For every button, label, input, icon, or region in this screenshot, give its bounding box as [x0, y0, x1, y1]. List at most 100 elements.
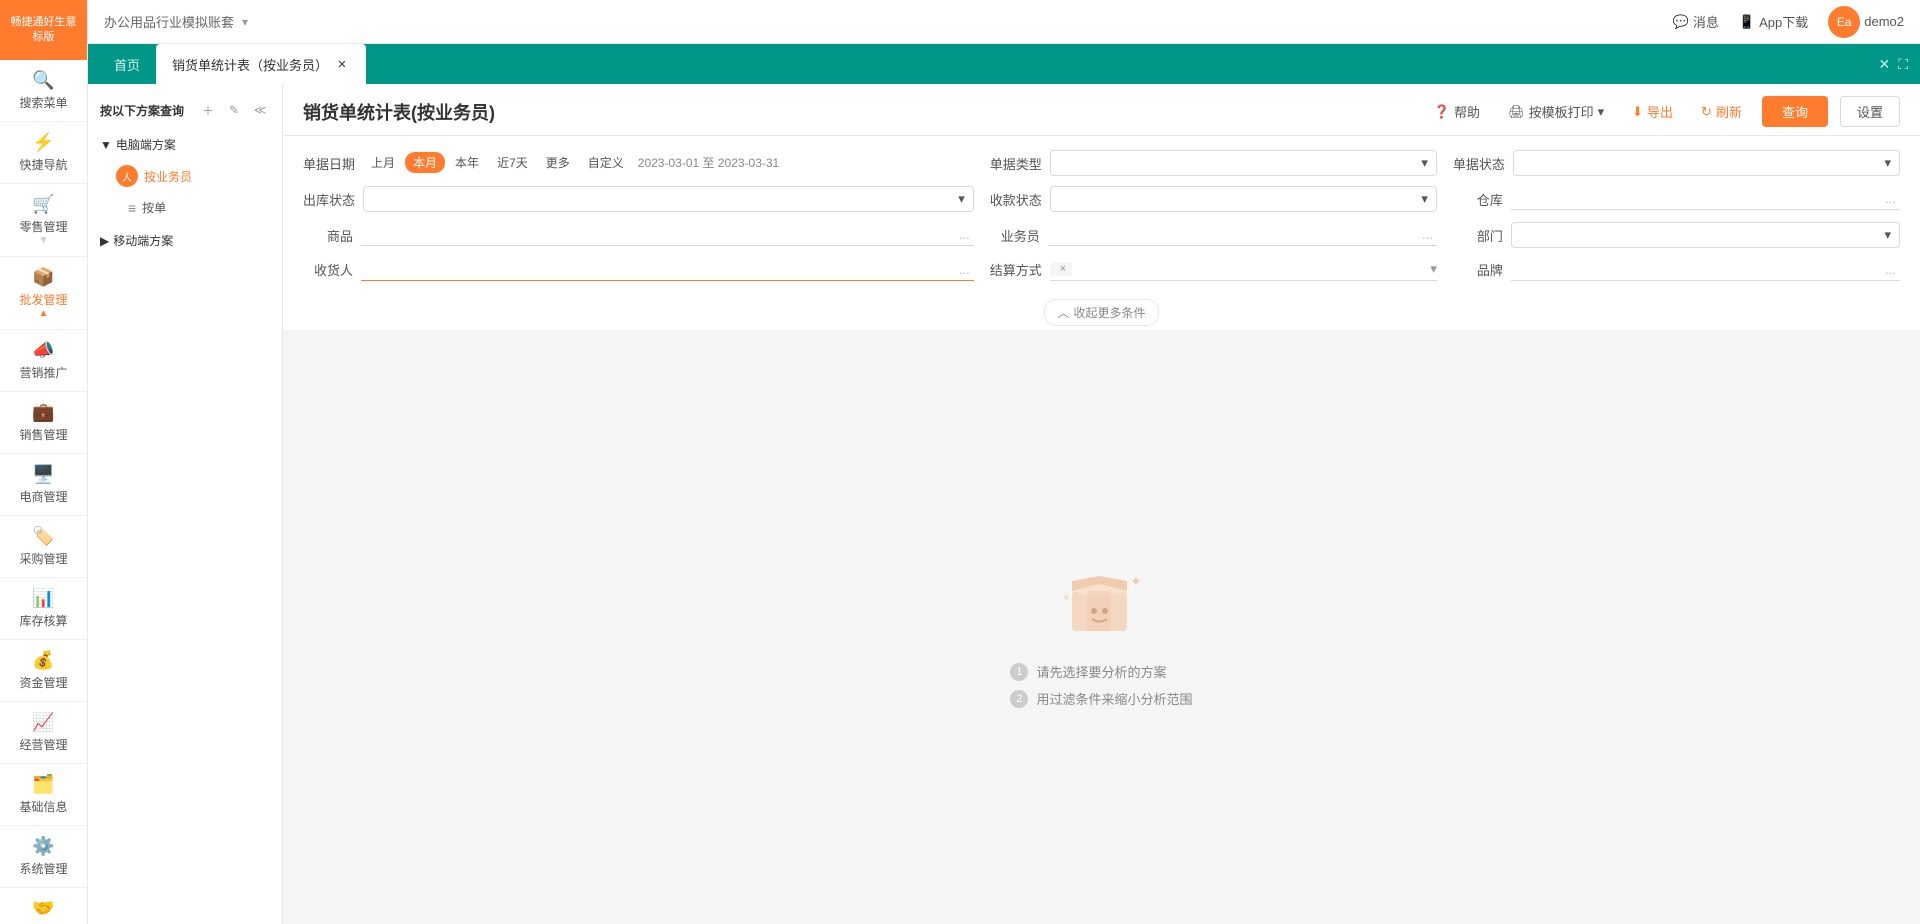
sidebar-item-purchase-mgmt[interactable]: 🏷️ 采购管理 [0, 516, 87, 578]
sidebar-item-quick-nav[interactable]: ⚡ 快捷导航 [0, 122, 87, 184]
tip-text-2: 用过滤条件来缩小分析范围 [1036, 689, 1192, 708]
payment-arrow-icon: ▾ [1430, 261, 1437, 277]
receiver-input[interactable] [361, 262, 955, 277]
receipt-status-select[interactable]: ▾ [1050, 186, 1437, 212]
sidebar-item-search-menu[interactable]: 🔍 搜索菜单 [0, 60, 87, 122]
chevron-down-icon: ▼ [100, 138, 112, 152]
tab-close-button[interactable]: ✕ [334, 56, 350, 72]
date-tab-7days[interactable]: 近7天 [489, 152, 536, 173]
order-icon: ≡ [128, 200, 136, 216]
refresh-button[interactable]: ↻ 刷新 [1693, 98, 1750, 125]
warehouse-input[interactable] [1511, 191, 1881, 206]
sidebar-item-sales-mgmt[interactable]: 💼 销售管理 [0, 392, 87, 454]
filter-out-status-item: 出库状态 ▾ [303, 186, 974, 212]
doc-type-select[interactable]: ▾ [1050, 150, 1437, 176]
refresh-label: 刷新 [1716, 102, 1742, 121]
out-status-label: 出库状态 [303, 190, 355, 209]
filter-brand-item: 品牌 ... [1453, 259, 1900, 281]
scheme-sub-item-by-order[interactable]: ≡ 按单 [88, 193, 282, 222]
app-logo: 畅捷通好生意 标版 [0, 0, 87, 60]
goods-input[interactable] [361, 227, 955, 242]
user-menu[interactable]: Ea demo2 [1828, 6, 1904, 38]
sidebar-item-sys-mgmt[interactable]: ⚙️ 系统管理 [0, 826, 87, 888]
add-scheme-button[interactable]: ＋ [198, 100, 218, 120]
marketing-icon: 📣 [32, 340, 54, 361]
goods-control: ... [361, 224, 974, 246]
tab-home[interactable]: 首页 [98, 44, 156, 84]
salesman-dots-button[interactable]: ... [1418, 227, 1437, 242]
chevron-icon: ▲ [39, 308, 49, 319]
app-download-button[interactable]: 📱 App下载 [1739, 12, 1808, 31]
search-menu-icon: 🔍 [32, 70, 54, 91]
out-status-select[interactable]: ▾ [363, 186, 974, 212]
doc-status-select[interactable]: ▾ [1513, 150, 1900, 176]
sidebar-item-label: 采购管理 [19, 550, 67, 567]
help-button[interactable]: ❓ 帮助 [1426, 98, 1488, 125]
date-tab-custom[interactable]: 自定义 [580, 152, 632, 173]
sidebar-item-ecom-mgmt[interactable]: 🖥️ 电商管理 [0, 454, 87, 516]
desktop-scheme-label: 电脑端方案 [116, 136, 176, 153]
goods-label: 商品 [303, 226, 353, 245]
sidebar-item-enterprise-collab[interactable]: 🤝 企业协同 [0, 888, 87, 924]
salesman-input[interactable] [1048, 227, 1418, 242]
date-tab-last-month[interactable]: 上月 [363, 152, 403, 173]
filter-receiver-item: 收货人 ... [303, 259, 974, 281]
edit-scheme-button[interactable]: ✎ [224, 100, 244, 120]
collapse-panel-button[interactable]: ≪ [250, 100, 270, 120]
empty-tips: 1 请先选择要分析的方案 2 用过滤条件来缩小分析范围 [1010, 662, 1192, 708]
filter-payment-item: 结算方式 × ▾ [990, 258, 1437, 281]
sidebar-item-marketing[interactable]: 📣 营销推广 [0, 330, 87, 392]
tab-bar: 首页 销货单统计表（按业务员） ✕ ✕ ⛶ [88, 44, 1920, 84]
basic-info-icon: 🗂️ [32, 774, 54, 795]
filter-dept-item: 部门 ▾ [1453, 222, 1900, 248]
salesman-control: ... [1048, 224, 1437, 246]
sidebar-item-inventory[interactable]: 📊 库存核算 [0, 578, 87, 640]
salesman-scheme-dot: 人 [116, 165, 138, 187]
top-header: 办公用品行业模拟账套 ▾ 💬 消息 📱 App下载 Ea demo2 [88, 0, 1920, 44]
sidebar-item-retail-mgmt[interactable]: 🛒 零售管理 ▼ [0, 184, 87, 257]
logo-subtext: 标版 [33, 30, 55, 45]
settings-button[interactable]: 设置 [1840, 96, 1900, 127]
tab-sales-stats[interactable]: 销货单统计表（按业务员） ✕ [156, 44, 366, 84]
tab-home-label: 首页 [114, 55, 140, 74]
print-button[interactable]: 🖨 按模板打印 ▾ [1500, 98, 1612, 125]
scheme-item-label: 按业务员 [144, 168, 192, 185]
mobile-scheme-header[interactable]: ▶ 移动端方案 [88, 226, 282, 255]
query-button[interactable]: 查询 [1762, 96, 1828, 127]
left-panel: 按以下方案查询 ＋ ✎ ≪ ▼ 电脑端方案 人 按业务员 ≡ 按 [88, 84, 283, 924]
date-tabs-row: 上月 本月 本年 近7天 更多 自定义 2023-03-01 至 2023-03… [363, 152, 974, 173]
warehouse-dots-button[interactable]: ... [1881, 191, 1900, 206]
export-button[interactable]: ⬇ 导出 [1624, 98, 1681, 125]
filter-date-item: 单据日期 上月 本月 本年 近7天 更多 自定义 2023-03-01 至 20… [303, 152, 974, 175]
dept-arrow-icon: ▾ [1884, 227, 1891, 243]
page-title: 销货单统计表(按业务员) [303, 99, 495, 125]
date-tab-this-month[interactable]: 本月 [405, 152, 445, 173]
logo-text: 畅捷通好生意 [11, 15, 77, 30]
date-tab-more[interactable]: 更多 [538, 152, 578, 173]
dept-select[interactable]: ▾ [1511, 222, 1900, 248]
payment-tag-close-button[interactable]: × [1060, 263, 1066, 275]
empty-state: ✦ ✦ 1 请先选择要分析的方案 [283, 330, 1920, 924]
sidebar-item-wholesale-mgmt[interactable]: 📦 批发管理 ▲ [0, 257, 87, 330]
sidebar-item-label: 库存核算 [19, 612, 67, 629]
tab-bar-maximize-icon[interactable]: ⛶ [1898, 56, 1908, 73]
brand-input[interactable] [1511, 262, 1881, 277]
scheme-item-by-salesman[interactable]: 人 按业务员 [88, 159, 282, 193]
collapse-button[interactable]: ︿ 收起更多条件 [1044, 299, 1158, 326]
print-icon: 🖨 [1508, 104, 1525, 120]
sidebar-item-operation-mgmt[interactable]: 📈 经营管理 [0, 702, 87, 764]
inventory-icon: 📊 [32, 588, 54, 609]
message-button[interactable]: 💬 消息 [1673, 12, 1719, 31]
goods-dots-button[interactable]: ... [955, 227, 974, 242]
brand-dots-button[interactable]: ... [1881, 262, 1900, 277]
tab-bar-close-icon[interactable]: ✕ [1878, 56, 1890, 73]
print-label: 按模板打印 [1529, 102, 1594, 121]
breadcrumb-arrow: ▾ [242, 15, 248, 29]
sidebar-item-fund-mgmt[interactable]: 💰 资金管理 [0, 640, 87, 702]
filter-receipt-status-item: 收款状态 ▾ [990, 186, 1437, 212]
receiver-dots-button[interactable]: ... [955, 262, 974, 277]
sidebar-item-basic-info[interactable]: 🗂️ 基础信息 [0, 764, 87, 826]
receipt-status-label: 收款状态 [990, 190, 1042, 209]
date-tab-this-year[interactable]: 本年 [447, 152, 487, 173]
desktop-scheme-header[interactable]: ▼ 电脑端方案 [88, 130, 282, 159]
